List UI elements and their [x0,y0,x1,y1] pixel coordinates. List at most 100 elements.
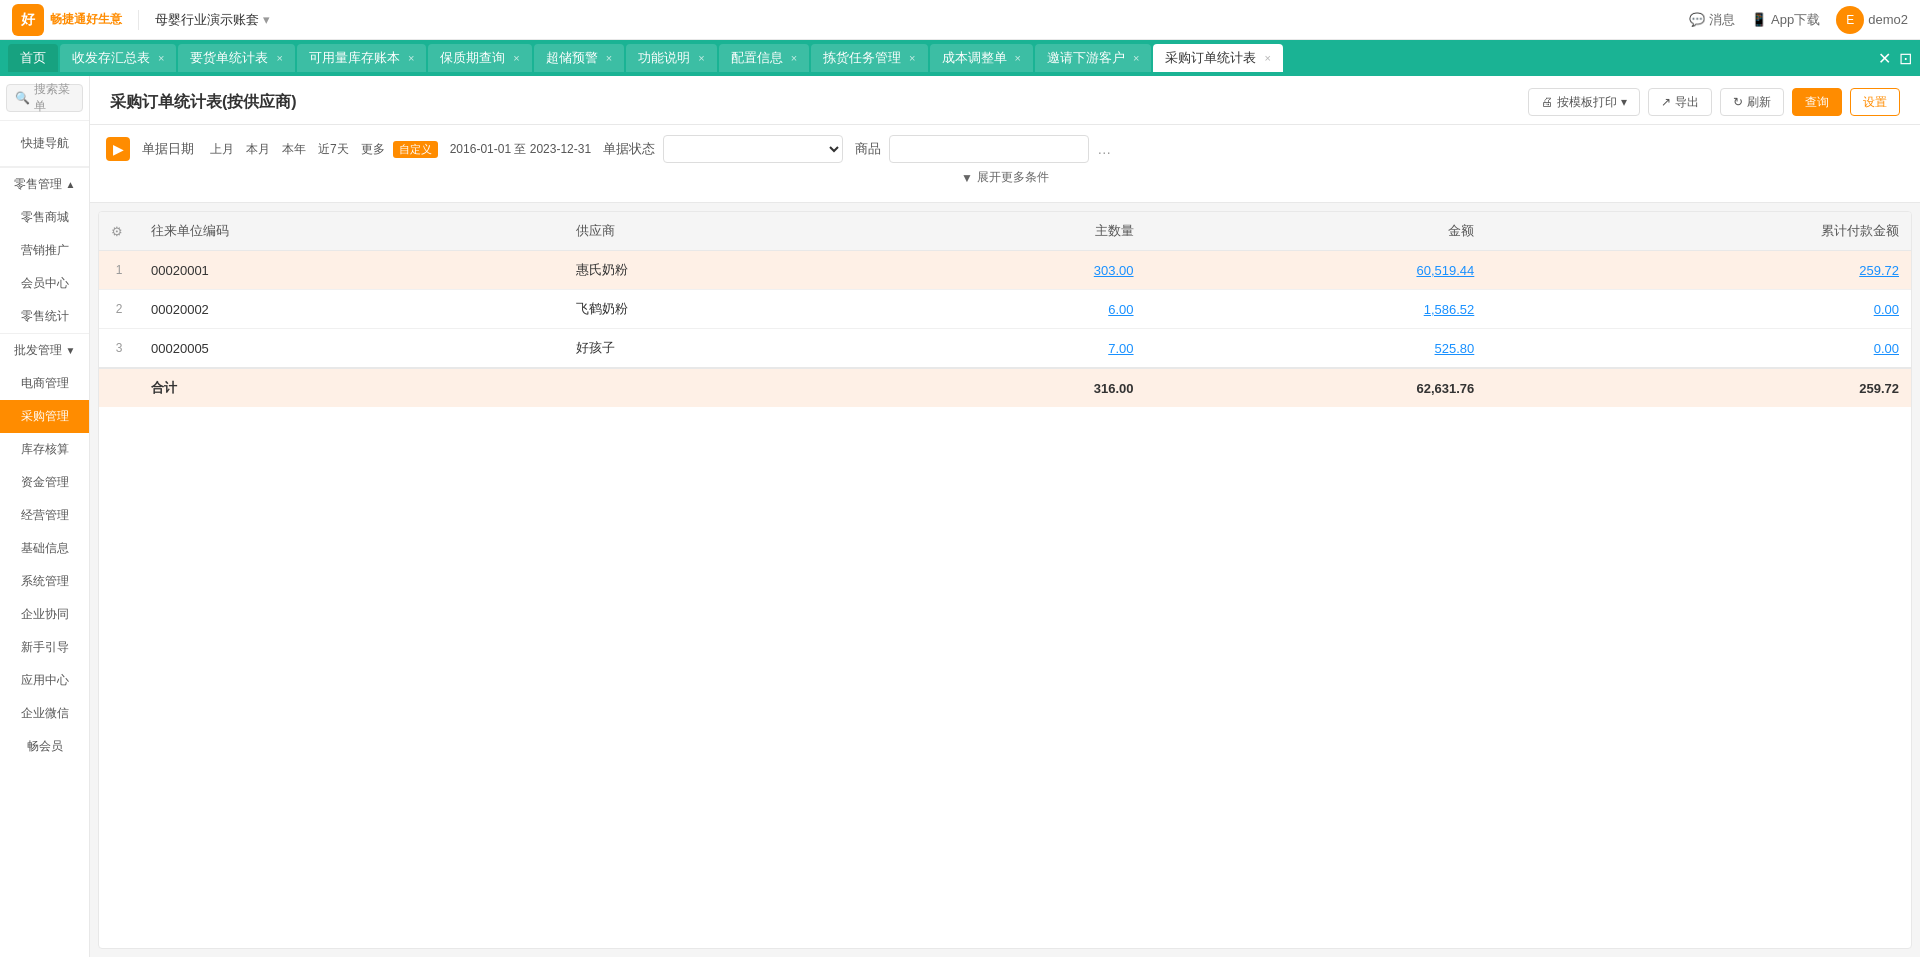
shortcut-more[interactable]: 更多 [357,139,389,160]
row-num: 3 [99,329,139,369]
print-arrow: ▾ [1621,95,1627,109]
shortcut-this-year[interactable]: 本年 [278,139,310,160]
tab-label: 拣货任务管理 [823,49,901,67]
sidebar-item-app-center[interactable]: 应用中心 [0,664,89,697]
filter-toggle-btn[interactable]: ▶ [106,137,130,161]
app-download-btn[interactable]: 📱 App下载 [1751,11,1820,29]
nav-maximize-btn[interactable]: ⊡ [1899,49,1912,68]
sidebar-item-retail-mgmt[interactable]: 零售管理 ▲ [0,167,89,201]
close-icon[interactable]: × [408,52,414,64]
finance-mgmt-label: 资金管理 [21,474,69,491]
sidebar-item-purchase-mgmt[interactable]: 采购管理 [0,400,89,433]
tab-config-info[interactable]: 配置信息 × [719,44,809,72]
tab-label: 成本调整单 [942,49,1007,67]
sidebar-item-new-guide[interactable]: 新手引导 [0,631,89,664]
new-guide-label: 新手引导 [21,639,69,656]
shortcut-this-month[interactable]: 本月 [242,139,274,160]
wholesale-mgmt-label: 批发管理 [14,342,62,359]
sidebar-item-retail-shop[interactable]: 零售商城 [0,201,89,234]
tab-receive-summary[interactable]: 收发存汇总表 × [60,44,176,72]
settings-btn[interactable]: 设置 [1850,88,1900,116]
amount-cell[interactable]: 525.80 [1146,329,1487,369]
goods-input[interactable] [889,135,1089,163]
close-icon[interactable]: × [158,52,164,64]
sidebar-item-marketing[interactable]: 营销推广 [0,234,89,267]
sidebar-item-finance-mgmt[interactable]: 资金管理 [0,466,89,499]
close-icon[interactable]: × [1015,52,1021,64]
amount-cell[interactable]: 60,519.44 [1146,251,1487,290]
table-row[interactable]: 2 00020002 飞鹤奶粉 6.00 1,586.52 0.00 [99,290,1911,329]
goods-label: 商品 [855,140,881,158]
close-icon[interactable]: × [1133,52,1139,64]
table-row[interactable]: 1 00020001 惠氏奶粉 303.00 60,519.44 259.72 [99,251,1911,290]
tab-pick-task[interactable]: 拣货任务管理 × [811,44,927,72]
nav-tabs-end: ✕ ⊡ [1878,49,1912,68]
shortcut-last-month[interactable]: 上月 [206,139,238,160]
tab-overstock-warning[interactable]: 超储预警 × [534,44,624,72]
sidebar-item-wholesale-mgmt[interactable]: 批发管理 ▼ [0,333,89,367]
paid-amount-cell[interactable]: 0.00 [1486,290,1911,329]
member-center-label: 会员中心 [21,275,69,292]
close-icon[interactable]: × [698,52,704,64]
sidebar-search-btn[interactable]: 🔍 搜索菜单 [6,84,83,112]
close-icon[interactable]: × [791,52,797,64]
purchase-mgmt-label: 采购管理 [21,408,69,425]
close-icon[interactable]: × [1264,52,1270,64]
sidebar-item-vip[interactable]: 畅会员 [0,730,89,763]
amount-cell[interactable]: 1,586.52 [1146,290,1487,329]
qty-cell[interactable]: 303.00 [880,251,1145,290]
tab-cost-adjust[interactable]: 成本调整单 × [930,44,1033,72]
user-area[interactable]: E demo2 [1836,6,1908,34]
sidebar-item-member-center[interactable]: 会员中心 [0,267,89,300]
close-icon[interactable]: × [606,52,612,64]
divider [138,10,139,30]
date-input-group: 2016-01-01 至 2023-12-31 [450,141,591,158]
logo-icon: 好 [12,4,44,36]
table-row[interactable]: 3 00020005 好孩子 7.00 525.80 0.00 [99,329,1911,369]
sidebar-item-quicknav[interactable]: 快捷导航 [0,127,89,160]
paid-amount-cell[interactable]: 0.00 [1486,329,1911,369]
sidebar-item-basic-info[interactable]: 基础信息 [0,532,89,565]
expand-btn[interactable]: ▼ 展开更多条件 [961,169,1049,186]
query-btn[interactable]: 查询 [1792,88,1842,116]
custom-tag[interactable]: 自定义 [393,141,438,158]
user-name: demo2 [1868,12,1908,27]
sidebar-item-operations-mgmt[interactable]: 经营管理 [0,499,89,532]
message-btn[interactable]: 💬 消息 [1689,11,1735,29]
tab-available-stock[interactable]: 可用量库存账本 × [297,44,426,72]
status-select[interactable] [663,135,843,163]
tab-invite-downstream[interactable]: 邀请下游客户 × [1035,44,1151,72]
tab-expiry-query[interactable]: 保质期查询 × [428,44,531,72]
close-icon[interactable]: × [276,52,282,64]
close-icon[interactable]: × [513,52,519,64]
more-options-icon[interactable]: … [1097,141,1111,157]
breadcrumb-text: 母婴行业演示账套 [155,11,259,29]
sidebar-item-system-mgmt[interactable]: 系统管理 [0,565,89,598]
footer-label: 合计 [139,368,564,407]
sidebar-item-ecommerce-mgmt[interactable]: 电商管理 [0,367,89,400]
sidebar-item-enterprise-collab[interactable]: 企业协同 [0,598,89,631]
export-btn[interactable]: ↗ 导出 [1648,88,1712,116]
nav-tabs: 首页 收发存汇总表 × 要货单统计表 × 可用量库存账本 × 保质期查询 × 超… [0,40,1920,76]
qty-cell[interactable]: 7.00 [880,329,1145,369]
col-settings[interactable]: ⚙ [99,212,139,251]
table-header-row: ⚙ 往来单位编码 供应商 主数量 金额 累计付款金额 [99,212,1911,251]
footer-paid-amount: 259.72 [1486,368,1911,407]
sidebar-item-enterprise-wechat[interactable]: 企业微信 [0,697,89,730]
shortcut-7days[interactable]: 近7天 [314,139,353,160]
nav-close-btn[interactable]: ✕ [1878,49,1891,68]
qty-cell[interactable]: 6.00 [880,290,1145,329]
sidebar-item-inventory-check[interactable]: 库存核算 [0,433,89,466]
tab-function-desc[interactable]: 功能说明 × [626,44,716,72]
tab-purchase-summary[interactable]: 采购订单统计表 × [1153,44,1282,72]
data-table: ⚙ 往来单位编码 供应商 主数量 金额 累计付款金额 1 00020001 惠氏… [99,212,1911,407]
close-icon[interactable]: × [909,52,915,64]
print-btn[interactable]: 🖨 按模板打印 ▾ [1528,88,1640,116]
breadcrumb-arrow: ▾ [263,12,270,27]
top-bar-left: 好 畅捷通好生意 母婴行业演示账套 ▾ [12,4,270,36]
tab-order-summary[interactable]: 要货单统计表 × [178,44,294,72]
refresh-btn[interactable]: ↻ 刷新 [1720,88,1784,116]
tab-home[interactable]: 首页 [8,44,58,72]
paid-amount-cell[interactable]: 259.72 [1486,251,1911,290]
sidebar-item-retail-stats[interactable]: 零售统计 [0,300,89,333]
